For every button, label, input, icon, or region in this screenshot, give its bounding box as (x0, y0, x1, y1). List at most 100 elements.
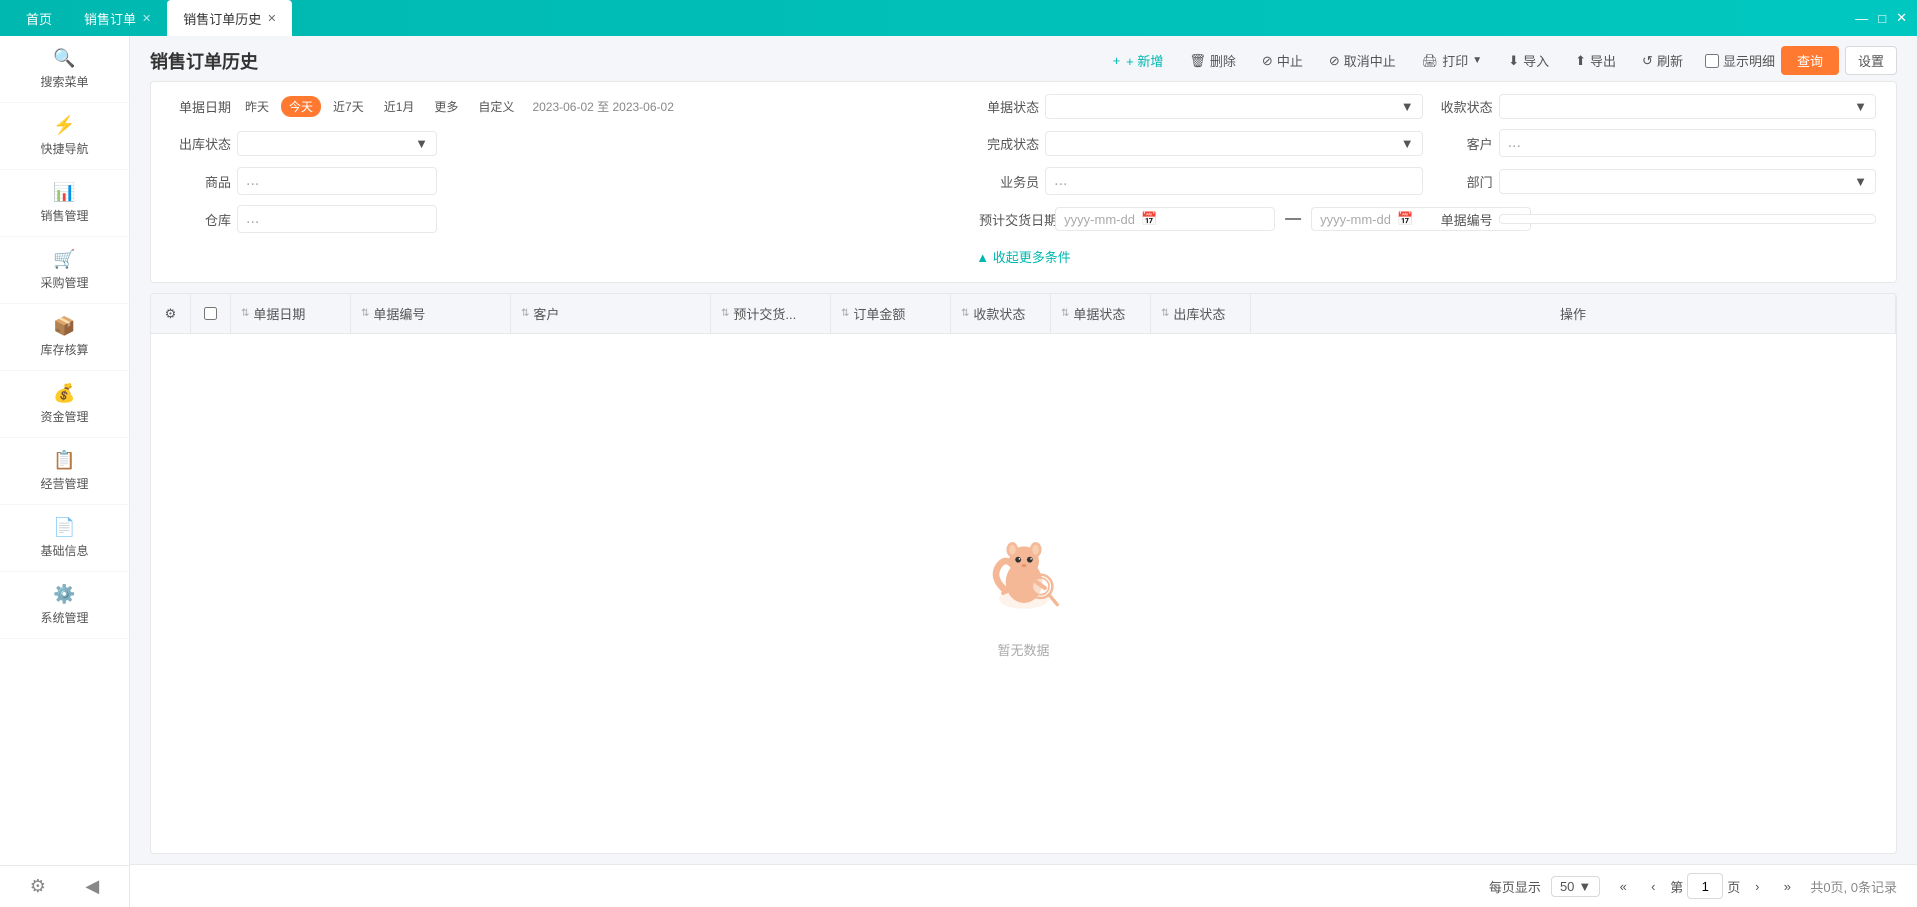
sidebar-item-search-menu[interactable]: 🔍 搜索菜单 (0, 36, 129, 103)
sidebar-item-sys-mgmt[interactable]: ⚙️ 系统管理 (0, 572, 129, 639)
empty-text: 暂无数据 (997, 640, 1049, 659)
customer-label: 客户 (1433, 134, 1493, 153)
filter-receipt-status-field: 收款状态 ▼ (1433, 94, 1876, 119)
filter-row-2: 出库状态 ▼ 完成状态 ▼ 客户 ... (171, 129, 1876, 157)
base-info-icon: 📄 (53, 517, 75, 538)
next-page-button[interactable]: › (1744, 873, 1770, 899)
date-tab-1month[interactable]: 近1月 (376, 96, 423, 117)
out-status-select[interactable]: ▼ (237, 131, 437, 156)
prev-page-button[interactable]: ‹ (1640, 873, 1666, 899)
th-out-status[interactable]: ⇅ 出库状态 (1151, 294, 1251, 333)
salesperson-input[interactable]: ... (1045, 167, 1422, 195)
delivery-date-end-placeholder: yyyy-mm-dd (1320, 212, 1391, 227)
customer-input[interactable]: ... (1499, 129, 1876, 157)
customer-ellipsis-icon: ... (1508, 134, 1521, 152)
tab-sales-order-close[interactable]: ✕ (142, 12, 151, 25)
page-size-select[interactable]: 50 ▼ (1551, 876, 1600, 897)
sidebar-item-operations[interactable]: 📋 经营管理 (0, 438, 129, 505)
tab-home-label: 首页 (26, 9, 52, 28)
delete-icon: 🗑 (1189, 53, 1206, 69)
filter-salesperson-field: 业务员 ... (979, 167, 1422, 195)
finance-icon: 💰 (53, 383, 75, 404)
sidebar-bottom: ⚙ ◀ (0, 865, 129, 907)
receipt-status-select[interactable]: ▼ (1499, 94, 1876, 119)
sidebar-settings-icon[interactable]: ⚙ (30, 876, 46, 897)
export-button[interactable]: ⬆ 导出 (1565, 47, 1626, 74)
warehouse-input[interactable]: ... (237, 205, 437, 233)
show-detail-check[interactable] (1705, 54, 1719, 68)
sidebar-item-inventory[interactable]: 📦 库存核算 (0, 304, 129, 371)
th-order-no[interactable]: ⇅ 单据编号 (351, 294, 511, 333)
window-controls: — □ ✕ (1855, 10, 1907, 26)
department-select[interactable]: ▼ (1499, 169, 1876, 194)
sidebar-item-base-info[interactable]: 📄 基础信息 (0, 505, 129, 572)
show-detail-checkbox[interactable]: 显示明细 (1705, 51, 1775, 70)
sidebar-item-finance[interactable]: 💰 资金管理 (0, 371, 129, 438)
th-receipt-status[interactable]: ⇅ 收款状态 (951, 294, 1051, 333)
delete-button[interactable]: 🗑 删除 (1179, 47, 1246, 74)
table-wrapper: ⚙ ⇅ 单据日期 ⇅ 单据编号 ⇅ 客户 ⇅ (150, 293, 1897, 854)
sidebar-item-inventory-label: 库存核算 (40, 341, 88, 358)
sidebar-item-purchase-mgmt[interactable]: 🛒 采购管理 (0, 237, 129, 304)
sidebar-collapse-icon[interactable]: ◀ (85, 876, 99, 897)
tab-sales-order[interactable]: 销售订单 ✕ (68, 0, 167, 36)
settings-button[interactable]: 设置 (1845, 46, 1897, 75)
date-tabs: 昨天 今天 近7天 近1月 更多 自定义 (237, 96, 522, 117)
search-menu-icon: 🔍 (53, 48, 75, 69)
filter-out-status-field: 出库状态 ▼ (171, 131, 969, 156)
date-tab-today[interactable]: 今天 (281, 96, 321, 117)
date-tab-custom[interactable]: 自定义 (470, 96, 522, 117)
sidebar-item-purchase-mgmt-label: 采购管理 (40, 274, 88, 291)
goods-input[interactable]: ... (237, 167, 437, 195)
filter-row-3: 商品 ... 业务员 ... 部门 ▼ (171, 167, 1876, 195)
sort-date-icon: ⇅ (241, 308, 249, 319)
add-button[interactable]: + + 新增 (1103, 47, 1174, 74)
date-tab-more[interactable]: 更多 (426, 96, 466, 117)
sidebar-item-sales-mgmt[interactable]: 📊 销售管理 (0, 170, 129, 237)
calendar-start-icon[interactable]: 📅 (1141, 211, 1157, 227)
tab-home[interactable]: 首页 (10, 0, 68, 36)
last-page-button[interactable]: » (1774, 873, 1800, 899)
th-amount[interactable]: ⇅ 订单金额 (831, 294, 951, 333)
th-delivery[interactable]: ⇅ 预计交货... (711, 294, 831, 333)
sidebar-item-quick-nav-label: 快捷导航 (40, 140, 88, 157)
th-settings[interactable]: ⚙ (151, 294, 191, 333)
sidebar-item-sales-mgmt-label: 销售管理 (40, 207, 88, 224)
th-bill-status[interactable]: ⇅ 单据状态 (1051, 294, 1151, 333)
cancel-stop-button[interactable]: ⊘ 取消中止 (1319, 47, 1406, 74)
bill-status-select[interactable]: ▼ (1045, 94, 1422, 119)
th-date[interactable]: ⇅ 单据日期 (231, 294, 351, 333)
date-tab-yesterday[interactable]: 昨天 (237, 96, 277, 117)
minimize-button[interactable]: — (1855, 11, 1868, 26)
filter-warehouse-field: 仓库 ... (171, 205, 969, 233)
select-all-checkbox[interactable] (204, 307, 217, 320)
maximize-button[interactable]: □ (1878, 11, 1886, 26)
stop-icon: ⊘ (1262, 53, 1273, 69)
th-customer[interactable]: ⇅ 客户 (511, 294, 711, 333)
complete-status-dropdown-icon: ▼ (1401, 136, 1414, 151)
order-no-input[interactable] (1499, 214, 1876, 224)
current-page-input[interactable] (1687, 873, 1723, 899)
close-button[interactable]: ✕ (1896, 10, 1907, 26)
first-page-button[interactable]: « (1610, 873, 1636, 899)
calendar-end-icon[interactable]: 📅 (1397, 211, 1413, 227)
print-dropdown-icon: ▼ (1472, 55, 1482, 66)
refresh-button[interactable]: ↺ 刷新 (1632, 47, 1693, 74)
stop-button[interactable]: ⊘ 中止 (1252, 47, 1313, 74)
query-button[interactable]: 查询 (1781, 46, 1839, 75)
tab-sales-order-history-close[interactable]: ✕ (267, 12, 276, 25)
date-tab-7days[interactable]: 近7天 (325, 96, 372, 117)
sidebar-item-quick-nav[interactable]: ⚡ 快捷导航 (0, 103, 129, 170)
tab-sales-order-history[interactable]: 销售订单历史 ✕ (167, 0, 292, 36)
sidebar-item-finance-label: 资金管理 (40, 408, 88, 425)
print-button[interactable]: 🖨 打印 ▼ (1412, 47, 1492, 74)
collapse-filter-btn[interactable]: ▲ 收起更多条件 (171, 243, 1876, 270)
page-title: 销售订单历史 (150, 48, 258, 74)
complete-status-select[interactable]: ▼ (1045, 131, 1422, 156)
content-area: 销售订单历史 + + 新增 🗑 删除 ⊘ 中止 ⊘ (130, 36, 1917, 907)
import-button[interactable]: ⬇ 导入 (1498, 47, 1559, 74)
th-checkbox[interactable] (191, 294, 231, 333)
empty-state: 暂无数据 (151, 334, 1896, 853)
page-size-label: 每页显示 (1489, 877, 1541, 896)
delivery-date-start[interactable]: yyyy-mm-dd 📅 (1055, 207, 1275, 231)
